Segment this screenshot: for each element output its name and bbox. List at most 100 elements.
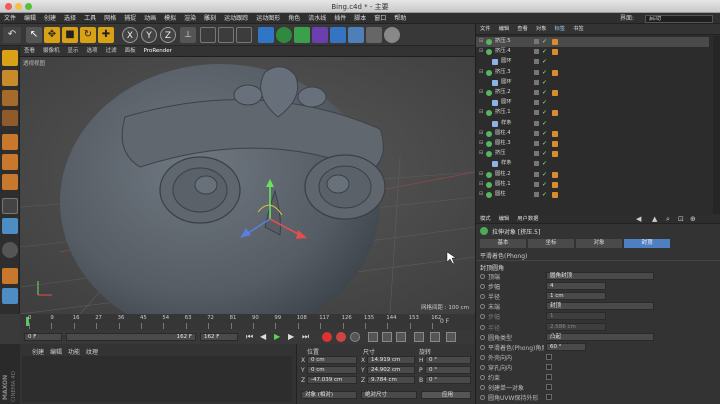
layer-swatch-icon[interactable] xyxy=(534,161,539,167)
new-panel-icon[interactable]: ⊕ xyxy=(690,215,696,223)
timeline[interactable]: 0 9 16 27 36 45 54 63 72 81 90 99 108 117 126 135 144 153… xyxy=(20,314,475,330)
z-axis-lock-icon[interactable]: Z xyxy=(160,27,176,43)
record-icon[interactable] xyxy=(322,332,332,342)
texture-mode-icon[interactable] xyxy=(2,90,18,106)
visibility-check-icon[interactable]: ✓ xyxy=(542,98,547,108)
model-mode-icon[interactable] xyxy=(2,70,18,86)
menu-item[interactable]: 雕刻 xyxy=(200,13,220,24)
coordinate-system-icon[interactable]: ⊥ xyxy=(180,27,196,43)
object-list-item[interactable]: 圆环 ✓ xyxy=(476,57,709,67)
material-menu-item[interactable]: 编辑 xyxy=(50,347,62,356)
object-list-item[interactable]: ⊟ 挤压.4 ✓ xyxy=(476,47,709,57)
visibility-check-icon[interactable]: ✓ xyxy=(542,149,547,159)
expand-toggle-icon[interactable]: ⊟ xyxy=(479,139,483,149)
phong-tag-icon[interactable] xyxy=(552,171,558,178)
object-list-item[interactable]: ⊟ 圆柱.2 ✓ xyxy=(476,170,709,180)
phong-tag-icon[interactable] xyxy=(552,130,558,137)
position-field[interactable]: -47.039 cm xyxy=(307,376,357,384)
render-view-icon[interactable] xyxy=(200,27,216,43)
object-menu-item[interactable]: 编辑 xyxy=(495,24,514,35)
expand-toggle-icon[interactable]: ⊟ xyxy=(479,129,483,139)
menu-item[interactable]: 运动跟踪 xyxy=(220,13,252,24)
visibility-check-icon[interactable]: ✓ xyxy=(542,108,547,118)
phong-tab[interactable]: 平滑着色(Phong) xyxy=(480,251,527,260)
expand-toggle-icon[interactable]: ⊟ xyxy=(479,180,483,190)
field-radio-icon[interactable] xyxy=(480,334,485,340)
menu-item[interactable]: 网格 xyxy=(100,13,120,24)
visibility-check-icon[interactable]: ✓ xyxy=(542,190,547,200)
size-mode-dropdown[interactable]: 绝对尺寸 xyxy=(361,391,417,399)
material-menu-item[interactable]: 功能 xyxy=(68,347,80,356)
field-value[interactable]: 1 cm xyxy=(546,292,606,301)
layer-swatch-icon[interactable] xyxy=(534,59,539,65)
menu-item[interactable]: 工具 xyxy=(80,13,100,24)
lock-icon[interactable]: ⊡ xyxy=(678,215,684,223)
object-list-item[interactable]: ⊟ 挤压.2 ✓ xyxy=(476,88,709,98)
crest-right-mesh[interactable] xyxy=(297,86,327,108)
menu-item[interactable]: 文件 xyxy=(0,13,20,24)
layer-swatch-icon[interactable] xyxy=(534,90,539,95)
menu-item[interactable]: 帮助 xyxy=(390,13,410,24)
deformer-icon[interactable] xyxy=(330,27,346,43)
camera-icon[interactable] xyxy=(366,27,382,43)
visibility-check-icon[interactable]: ✓ xyxy=(542,78,547,88)
object-list-item[interactable]: ⊟ 圆柱.4 ✓ xyxy=(476,129,709,139)
field-value[interactable]: 封顶 xyxy=(546,302,654,311)
parameter-key-icon[interactable] xyxy=(414,332,424,342)
go-to-end-icon[interactable]: ⏭ xyxy=(302,332,309,342)
phong-tag-icon[interactable] xyxy=(552,69,558,76)
field-value[interactable]: 60 ° xyxy=(546,342,586,351)
viewport-menu-item[interactable]: 显示 xyxy=(64,46,83,57)
go-to-start-icon[interactable]: ⏮ xyxy=(246,332,253,342)
object-list-item[interactable]: 样条 ✓ xyxy=(476,119,709,129)
visibility-check-icon[interactable]: ✓ xyxy=(542,47,547,57)
object-list-item[interactable]: 圆环 ✓ xyxy=(476,98,709,108)
snap-icon[interactable] xyxy=(2,242,18,258)
field-radio-icon[interactable] xyxy=(480,364,485,370)
menu-item[interactable]: 动画 xyxy=(140,13,160,24)
expand-toggle-icon[interactable]: ⊟ xyxy=(479,190,483,200)
layer-swatch-icon[interactable] xyxy=(534,130,539,136)
step-back-icon[interactable]: ◀ xyxy=(260,332,266,341)
cube-icon[interactable] xyxy=(258,27,274,43)
floor-icon[interactable] xyxy=(348,27,364,43)
position-field[interactable]: 0 cm xyxy=(307,356,357,364)
visibility-check-icon[interactable]: ✓ xyxy=(542,170,547,180)
viewport-menu-item[interactable]: ProRender xyxy=(140,46,176,57)
layer-swatch-icon[interactable] xyxy=(534,192,539,197)
menu-item[interactable]: 脚本 xyxy=(350,13,370,24)
polygons-mode-icon[interactable] xyxy=(2,174,18,190)
field-value[interactable]: 凸起 xyxy=(546,332,654,341)
workplane-icon[interactable] xyxy=(2,110,18,126)
menu-item[interactable]: 选择 xyxy=(60,13,80,24)
visibility-check-icon[interactable]: ✓ xyxy=(542,57,547,67)
planar-workplane-icon[interactable] xyxy=(2,288,18,304)
coord-mode-dropdown[interactable]: 对象 (相对) xyxy=(301,391,357,399)
field-radio-icon[interactable] xyxy=(480,294,485,300)
search-icon[interactable]: ⌕ xyxy=(666,215,670,224)
object-list-item[interactable]: ⊟ 挤压.1 ✓ xyxy=(476,108,709,118)
autokey-icon[interactable] xyxy=(336,332,346,342)
field-radio-icon[interactable] xyxy=(480,375,485,380)
field-value[interactable]: 2.586 cm xyxy=(546,322,606,331)
material-menu-item[interactable]: 创建 xyxy=(32,347,44,356)
visibility-check-icon[interactable]: ✓ xyxy=(542,129,547,139)
expand-toggle-icon[interactable]: ⊟ xyxy=(479,108,483,118)
menu-item[interactable]: 编辑 xyxy=(20,13,40,24)
menu-item[interactable]: 渲染 xyxy=(180,13,200,24)
menu-item[interactable]: 插件 xyxy=(330,13,350,24)
scale-key-icon[interactable] xyxy=(382,332,392,342)
field-checkbox[interactable] xyxy=(546,394,552,401)
viewport-menu-item[interactable]: 过滤 xyxy=(102,46,121,57)
lock-workplane-icon[interactable] xyxy=(2,268,18,284)
layer-swatch-icon[interactable] xyxy=(534,151,539,157)
attribute-tab[interactable]: 封顶 xyxy=(624,239,670,248)
step-forward-icon[interactable]: ▶ xyxy=(288,332,294,341)
visibility-check-icon[interactable]: ✓ xyxy=(542,37,547,47)
object-list-item[interactable]: ⊟ 挤压 ✓ xyxy=(476,149,709,159)
field-radio-icon[interactable] xyxy=(480,385,485,391)
play-icon[interactable]: ▶ xyxy=(274,332,280,341)
crest-left-mesh[interactable] xyxy=(233,84,263,106)
field-value[interactable]: 1 xyxy=(546,312,606,321)
position-key-icon[interactable] xyxy=(368,332,378,342)
